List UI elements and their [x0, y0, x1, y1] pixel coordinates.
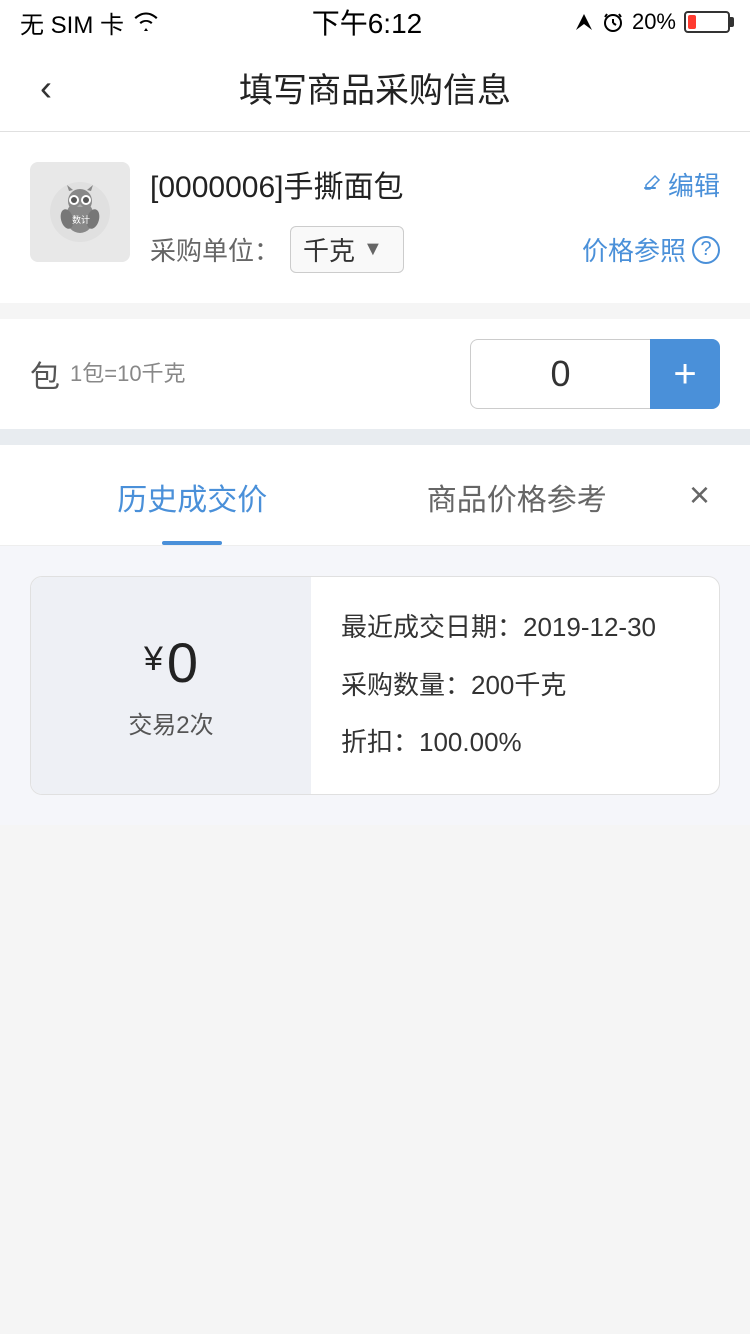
qty-unit-badge: 包	[30, 352, 60, 396]
dropdown-arrow-icon: ▼	[363, 238, 383, 261]
qty-label: 采购数量：	[341, 670, 471, 700]
qty-sub-label: 1包=10千克	[70, 356, 186, 388]
price-panel: ¥ 0 交易2次 最近成交日期：2019-12-30 采购数量：200千克 折扣…	[0, 546, 750, 825]
tabs-container: 历史成交价 商品价格参考 ×	[0, 445, 750, 546]
transaction-count: 交易2次	[128, 705, 213, 740]
help-circle-icon: ?	[692, 236, 720, 264]
product-header: 数计 [0000006]手撕面包 编辑 采购单位： 千克	[30, 162, 720, 273]
unit-value: 千克	[303, 231, 355, 268]
owl-logo-icon: 数计	[45, 177, 115, 247]
discount-row: 折扣：100.00%	[341, 722, 689, 764]
battery-percent: 20%	[632, 9, 676, 35]
edit-label: 编辑	[668, 166, 720, 203]
product-unit-row: 采购单位： 千克 ▼ 价格参照 ?	[150, 226, 720, 273]
page-title: 填写商品采购信息	[239, 63, 511, 112]
price-amount-display: ¥ 0	[144, 630, 198, 695]
status-time: 下午6:12	[312, 2, 423, 42]
battery-icon	[684, 11, 730, 33]
quantity-label-block: 包 1包=10千克	[30, 352, 186, 396]
edit-icon	[642, 173, 664, 195]
quantity-input-block: 0 +	[470, 339, 720, 409]
recent-date-row: 最近成交日期：2019-12-30	[341, 607, 689, 649]
svg-text:数计: 数计	[72, 214, 90, 225]
date-value: 2019-12-30	[523, 612, 656, 642]
purchase-qty-row: 采购数量：200千克	[341, 665, 689, 707]
status-left: 无 SIM 卡	[20, 5, 160, 40]
price-card: ¥ 0 交易2次 最近成交日期：2019-12-30 采购数量：200千克 折扣…	[30, 576, 720, 795]
quantity-plus-button[interactable]: +	[650, 339, 720, 409]
discount-value: 100.00%	[419, 727, 522, 757]
price-card-right: 最近成交日期：2019-12-30 采购数量：200千克 折扣：100.00%	[311, 577, 719, 794]
qty-value: 200千克	[471, 670, 566, 700]
back-button[interactable]: ‹	[30, 57, 62, 119]
section-divider	[0, 429, 750, 445]
product-image: 数计	[30, 162, 130, 262]
status-right: 20%	[574, 9, 730, 35]
unit-select[interactable]: 千克 ▼	[290, 226, 404, 273]
nav-bar: ‹ 填写商品采购信息	[0, 44, 750, 132]
alarm-icon	[602, 11, 624, 33]
product-info: [0000006]手撕面包 编辑 采购单位： 千克 ▼	[150, 162, 720, 273]
tab-history-label: 历史成交价	[117, 484, 267, 517]
price-ref-label: 价格参照	[582, 231, 686, 268]
tab-product-price-ref[interactable]: 商品价格参考	[354, 445, 678, 545]
unit-label: 采购单位：	[150, 231, 280, 268]
date-label: 最近成交日期：	[341, 612, 523, 642]
status-bar: 无 SIM 卡 下午6:12 20%	[0, 0, 750, 44]
price-card-left: ¥ 0 交易2次	[31, 577, 311, 794]
product-title-row: [0000006]手撕面包 编辑	[150, 162, 720, 206]
price-value: 0	[167, 630, 198, 695]
price-reference-link[interactable]: 价格参照 ?	[582, 231, 720, 268]
tab-close-button[interactable]: ×	[679, 454, 720, 536]
discount-label: 折扣：	[341, 727, 419, 757]
edit-button[interactable]: 编辑	[642, 166, 720, 203]
product-card: 数计 [0000006]手撕面包 编辑 采购单位： 千克	[0, 132, 750, 303]
wifi-icon	[132, 12, 160, 32]
tab-history-price[interactable]: 历史成交价	[30, 445, 354, 545]
currency-symbol: ¥	[144, 640, 163, 679]
quantity-input[interactable]: 0	[470, 339, 650, 409]
product-full-name: [0000006]手撕面包	[150, 162, 403, 206]
tab-price-ref-label: 商品价格参考	[427, 484, 607, 517]
signal-text: 无 SIM 卡	[20, 5, 124, 40]
quantity-row: 包 1包=10千克 0 +	[0, 319, 750, 429]
location-icon	[574, 12, 594, 32]
